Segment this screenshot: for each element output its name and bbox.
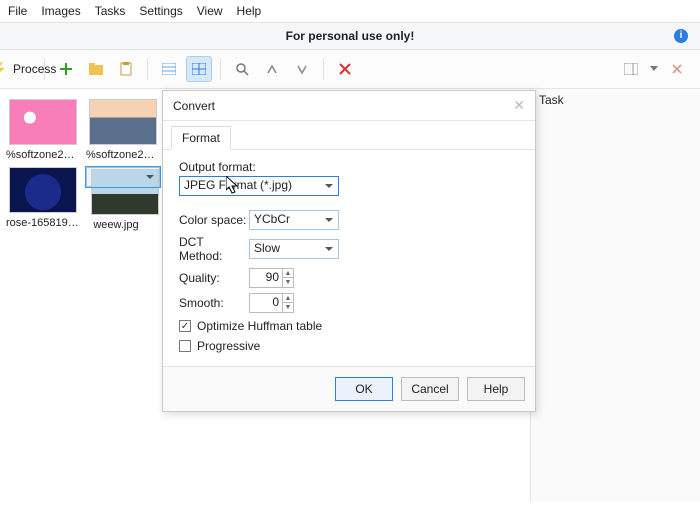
quality-stepper[interactable]: ▲▼: [283, 268, 294, 288]
quality-label: Quality:: [179, 271, 249, 285]
thumbnail-image: [9, 99, 77, 145]
convert-dialog: Convert ✕ Format Output format: JPEG For…: [162, 90, 536, 412]
thumbnail-image: [89, 99, 157, 145]
view-grid-button[interactable]: [186, 56, 212, 82]
checkbox-icon: ✓: [179, 320, 191, 332]
task-panel: Task: [530, 89, 700, 502]
dialog-tabs: Format: [163, 121, 535, 150]
menu-bar: File Images Tasks Settings View Help: [0, 0, 700, 23]
banner: For personal use only! i: [0, 23, 700, 49]
cancel-button[interactable]: Cancel: [401, 377, 459, 401]
dialog-title: Convert: [173, 99, 215, 113]
bolt-icon: ⚡: [0, 61, 7, 78]
view-list-button[interactable]: [156, 56, 182, 82]
optimize-huffman-label: Optimize Huffman table: [197, 319, 322, 333]
layout-dropdown[interactable]: [648, 56, 660, 82]
menu-help[interactable]: Help: [237, 4, 262, 18]
sort-asc-button[interactable]: [259, 56, 285, 82]
dialog-footer: OK Cancel Help: [163, 366, 535, 411]
checkbox-icon: [179, 340, 191, 352]
separator: [147, 58, 148, 80]
thumbnail-label: weew.jpg: [91, 219, 141, 231]
close-panel-button[interactable]: [664, 56, 690, 82]
progressive-label: Progressive: [197, 339, 260, 353]
menu-view[interactable]: View: [197, 4, 223, 18]
dialog-body: Output format: JPEG Format (*.jpg) Color…: [163, 150, 535, 369]
dct-label: DCT Method:: [179, 235, 249, 263]
separator: [323, 58, 324, 80]
help-button[interactable]: Help: [467, 377, 525, 401]
thumbnail-image: [91, 169, 159, 215]
progressive-checkbox[interactable]: Progressive: [179, 339, 519, 353]
thumbnail-item-selected[interactable]: weew.jpg: [86, 167, 160, 187]
paste-button[interactable]: [113, 56, 139, 82]
tab-format[interactable]: Format: [171, 126, 231, 150]
menu-settings[interactable]: Settings: [139, 4, 182, 18]
dct-select[interactable]: Slow: [249, 239, 339, 259]
folder-button[interactable]: [83, 56, 109, 82]
process-label: Process: [13, 62, 56, 76]
optimize-huffman-checkbox[interactable]: ✓ Optimize Huffman table: [179, 319, 519, 333]
output-format-select[interactable]: JPEG Format (*.jpg): [179, 176, 339, 196]
separator: [44, 58, 45, 80]
thumbnail-label: rose-165819_12...: [6, 217, 80, 229]
smooth-label: Smooth:: [179, 296, 249, 310]
smooth-input[interactable]: 0: [249, 293, 283, 313]
thumbnails: %softzone2020... %softzone2020... rose-1…: [0, 89, 170, 502]
smooth-stepper[interactable]: ▲▼: [283, 293, 294, 313]
add-button[interactable]: [53, 56, 79, 82]
ok-button[interactable]: OK: [335, 377, 393, 401]
menu-tasks[interactable]: Tasks: [95, 4, 126, 18]
colorspace-select[interactable]: YCbCr: [249, 210, 339, 230]
thumbnail-item[interactable]: rose-165819_12...: [6, 167, 80, 229]
task-panel-title: Task: [539, 93, 564, 107]
thumbnail-image: [9, 167, 77, 213]
banner-text: For personal use only!: [286, 29, 415, 43]
colorspace-label: Color space:: [179, 213, 249, 227]
process-button[interactable]: ⚡ Process: [10, 56, 36, 82]
quality-input[interactable]: 90: [249, 268, 283, 288]
layout-button[interactable]: [618, 56, 644, 82]
delete-button[interactable]: [332, 56, 358, 82]
close-icon[interactable]: ✕: [513, 97, 525, 114]
dialog-titlebar: Convert ✕: [163, 91, 535, 121]
sort-desc-button[interactable]: [289, 56, 315, 82]
thumbnail-item[interactable]: %softzone2020...: [86, 99, 160, 161]
thumbnail-item[interactable]: %softzone2020...: [6, 99, 80, 161]
thumbnail-label: %softzone2020...: [6, 149, 80, 161]
menu-file[interactable]: File: [8, 4, 27, 18]
info-icon[interactable]: i: [674, 29, 688, 43]
menu-images[interactable]: Images: [41, 4, 80, 18]
separator: [220, 58, 221, 80]
thumbnail-label: %softzone2020...: [86, 149, 160, 161]
search-button[interactable]: [229, 56, 255, 82]
toolbar: ⚡ Process: [0, 49, 700, 89]
output-format-label: Output format:: [179, 160, 519, 174]
